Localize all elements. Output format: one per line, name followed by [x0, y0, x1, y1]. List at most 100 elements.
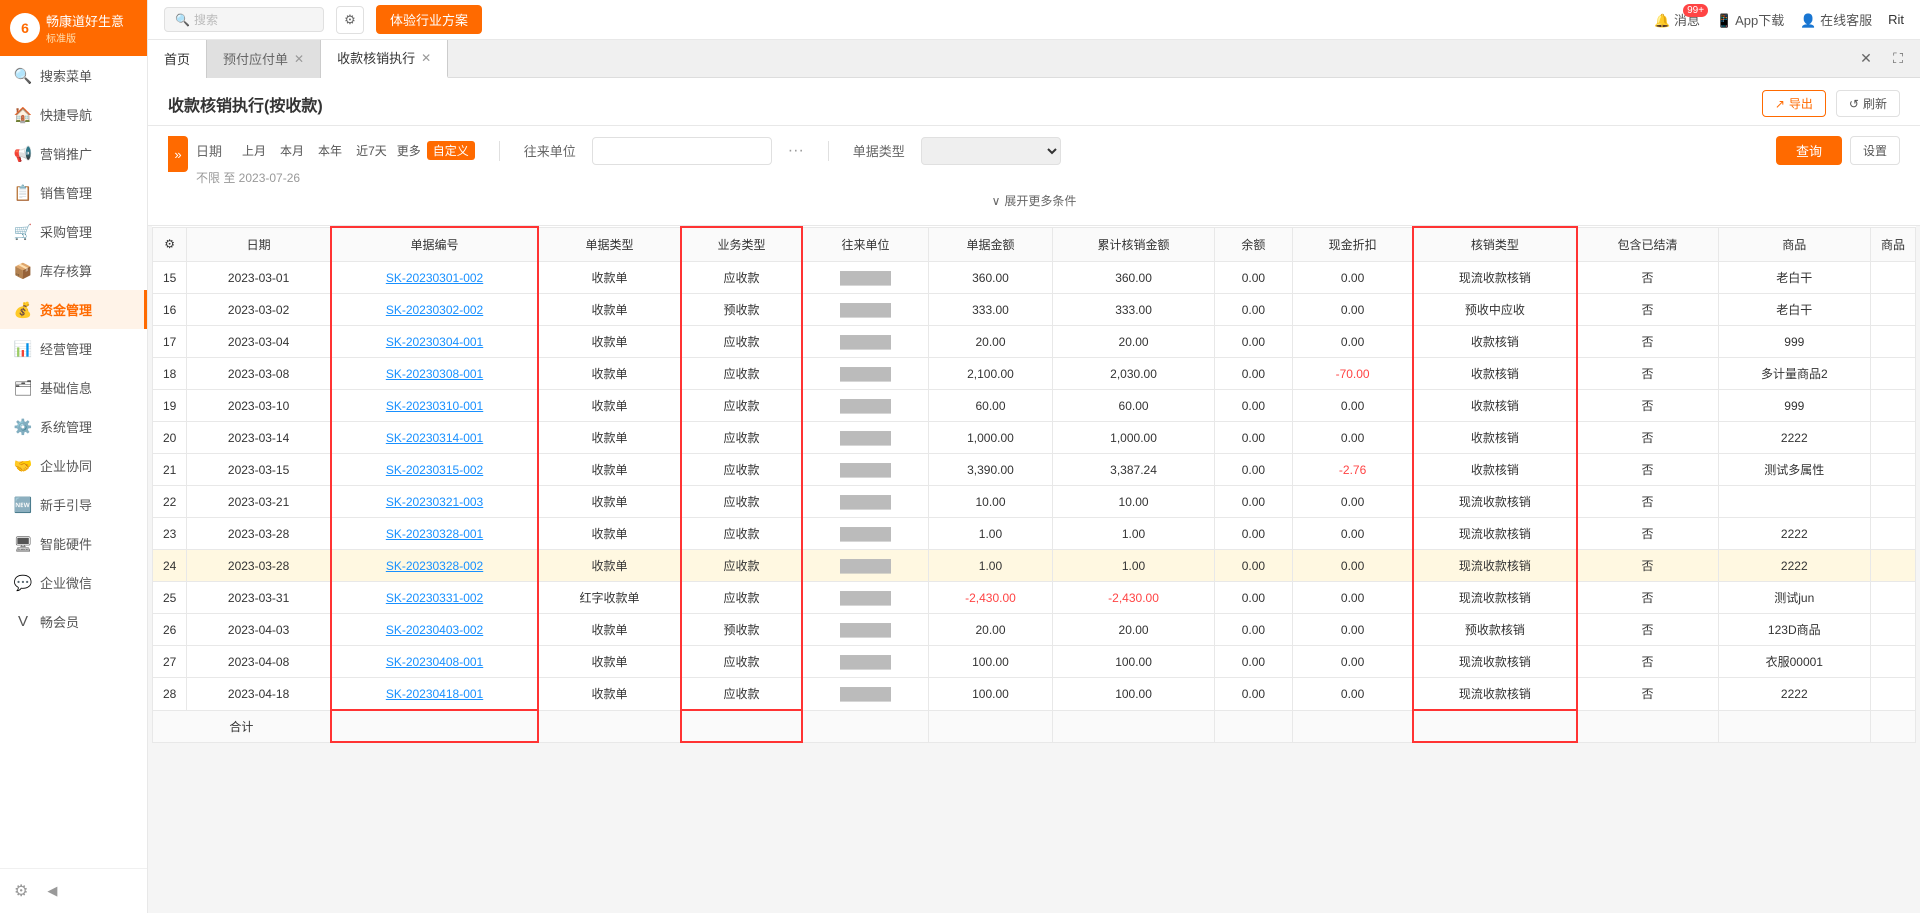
cell-product2	[1870, 550, 1915, 582]
refresh-btn[interactable]: ↺ 刷新	[1836, 90, 1900, 117]
date-custom-btn[interactable]: 自定义	[427, 141, 475, 160]
sidebar-logo: 6 畅康道好生意 标准版	[0, 0, 147, 56]
logo-title: 畅康道好生意	[46, 11, 124, 30]
filter-collapse-btn[interactable]: »	[168, 136, 188, 172]
cell-cash-discount: 0.00	[1292, 262, 1413, 294]
tab-home[interactable]: 首页	[148, 40, 207, 78]
cell-sn[interactable]: SK-20230403-002	[331, 614, 538, 646]
tab-receipt-close[interactable]: ✕	[421, 51, 431, 65]
cell-balance: 0.00	[1214, 390, 1292, 422]
cell-sn[interactable]: SK-20230321-003	[331, 486, 538, 518]
cell-sn[interactable]: SK-20230304-001	[331, 326, 538, 358]
sidebar-item-shortcut[interactable]: 🏠快捷导航	[0, 95, 147, 134]
cell-biz-type: 应收款	[681, 582, 803, 614]
cell-date: 2023-04-08	[187, 646, 331, 678]
collapse-btn[interactable]: ◀	[40, 879, 64, 903]
cell-partner: ██████	[802, 262, 928, 294]
cell-product: 老白干	[1718, 294, 1870, 326]
cell-biz-type: 应收款	[681, 646, 803, 678]
sidebar-item-guide[interactable]: 🆕新手引导	[0, 485, 147, 524]
sidebar-item-inventory[interactable]: 📦库存核算	[0, 251, 147, 290]
cell-sn[interactable]: SK-20230328-002	[331, 550, 538, 582]
sidebar-label-search: 搜索菜单	[40, 66, 92, 85]
partner-more-btn[interactable]: ···	[788, 142, 804, 160]
service-btn[interactable]: 👤 在线客服	[1800, 10, 1872, 29]
sidebar-item-system[interactable]: ⚙️系统管理	[0, 407, 147, 446]
cell-sn[interactable]: SK-20230315-002	[331, 454, 538, 486]
cell-sn[interactable]: SK-20230308-001	[331, 358, 538, 390]
footer-balance	[1214, 710, 1292, 742]
page-title: 收款核销执行(按收款)	[168, 92, 323, 116]
cell-cash-discount: 0.00	[1292, 326, 1413, 358]
topbar-search[interactable]: 🔍 搜索	[164, 7, 324, 32]
sidebar-item-marketing[interactable]: 📢营销推广	[0, 134, 147, 173]
solution-btn[interactable]: 体验行业方案	[376, 5, 482, 34]
date-this-month[interactable]: 本月	[276, 140, 308, 161]
sidebar-item-member[interactable]: V畅会员	[0, 602, 147, 641]
table-row: 21 2023-03-15 SK-20230315-002 收款单 应收款 ██…	[153, 454, 1916, 486]
cell-include-cleared: 否	[1577, 358, 1719, 390]
cell-type: 收款单	[538, 678, 680, 711]
export-btn[interactable]: ↗ 导出	[1762, 90, 1826, 117]
cell-product2	[1870, 678, 1915, 711]
tabbar-right: ✕ ⛶	[1844, 47, 1920, 71]
sidebar-label-inventory: 库存核算	[40, 261, 92, 280]
sidebar-item-purchase[interactable]: 🛒采购管理	[0, 212, 147, 251]
cell-amount: 1.00	[928, 518, 1053, 550]
cell-cash-discount: 0.00	[1292, 582, 1413, 614]
tab-prepay[interactable]: 预付应付单 ✕	[207, 40, 321, 78]
cell-sn[interactable]: SK-20230418-001	[331, 678, 538, 711]
cell-sn[interactable]: SK-20230302-002	[331, 294, 538, 326]
cell-type: 收款单	[538, 294, 680, 326]
sidebar-item-finance[interactable]: 💰资金管理	[0, 290, 147, 329]
sidebar-item-operations[interactable]: 📊经营管理	[0, 329, 147, 368]
cell-include-cleared: 否	[1577, 422, 1719, 454]
sidebar-item-search[interactable]: 🔍搜索菜单	[0, 56, 147, 95]
cell-sn[interactable]: SK-20230310-001	[331, 390, 538, 422]
tab-close-window-btn[interactable]: ✕	[1854, 47, 1878, 71]
sidebar-label-guide: 新手引导	[40, 495, 92, 514]
app-download-btn[interactable]: 📱 App下载	[1716, 10, 1784, 29]
date-7days[interactable]: 近7天	[352, 140, 391, 161]
sidebar-item-hardware[interactable]: 🖥智能硬件	[0, 524, 147, 563]
sidebar-item-wechat[interactable]: 💬企业微信	[0, 563, 147, 602]
cell-balance: 0.00	[1214, 262, 1292, 294]
cell-product: 2222	[1718, 678, 1870, 711]
cell-product2	[1870, 294, 1915, 326]
sidebar-item-sales[interactable]: 📋销售管理	[0, 173, 147, 212]
footer-type	[538, 710, 680, 742]
cell-sn[interactable]: SK-20230408-001	[331, 646, 538, 678]
sidebar-bottom[interactable]: ⚙ ◀	[0, 868, 147, 913]
user-name[interactable]: Rit	[1888, 12, 1904, 27]
footer-amount	[928, 710, 1053, 742]
marketing-icon: 📢	[14, 145, 32, 163]
date-this-year[interactable]: 本年	[314, 140, 346, 161]
tab-prepay-close[interactable]: ✕	[294, 52, 304, 66]
page-title-row: 收款核销执行(按收款) ↗ 导出 ↺ 刷新	[168, 90, 1900, 125]
cell-cash-discount: 0.00	[1292, 678, 1413, 711]
finance-icon: 💰	[14, 301, 32, 319]
topbar-right: 🔔 消息 99+ 📱 App下载 👤 在线客服 Rit	[1654, 10, 1904, 29]
tab-receipt[interactable]: 收款核销执行 ✕	[321, 40, 448, 78]
footer-cleared	[1577, 710, 1719, 742]
settings-gear-btn[interactable]: ⚙	[336, 6, 364, 34]
date-options: 上月 本月 本年 近7天 更多 自定义	[238, 140, 475, 161]
cell-sn[interactable]: SK-20230328-001	[331, 518, 538, 550]
tab-expand-btn[interactable]: ⛶	[1886, 47, 1910, 71]
date-last-month[interactable]: 上月	[238, 140, 270, 161]
partner-input[interactable]	[592, 137, 772, 165]
table-container[interactable]: ⚙ 日期 单据编号 单据类型 业务类型 往来单位 单据金额 累计核销金额 余额 …	[148, 226, 1920, 913]
message-btn[interactable]: 🔔 消息 99+	[1654, 10, 1700, 29]
sidebar-label-hardware: 智能硬件	[40, 534, 92, 553]
sidebar-item-basic[interactable]: 🗂基础信息	[0, 368, 147, 407]
type-select[interactable]	[921, 137, 1061, 165]
cell-sn[interactable]: SK-20230314-001	[331, 422, 538, 454]
query-btn[interactable]: 查询	[1776, 136, 1842, 165]
cell-sn[interactable]: SK-20230301-002	[331, 262, 538, 294]
settings-btn[interactable]: 设置	[1850, 136, 1900, 165]
cell-sn[interactable]: SK-20230331-002	[331, 582, 538, 614]
sidebar-item-enterprise[interactable]: 🤝企业协同	[0, 446, 147, 485]
date-more[interactable]: 更多	[397, 142, 421, 159]
settings-icon[interactable]: ⚙	[14, 881, 28, 901]
expand-more-btn[interactable]: ∨ 展开更多条件	[992, 192, 1077, 209]
